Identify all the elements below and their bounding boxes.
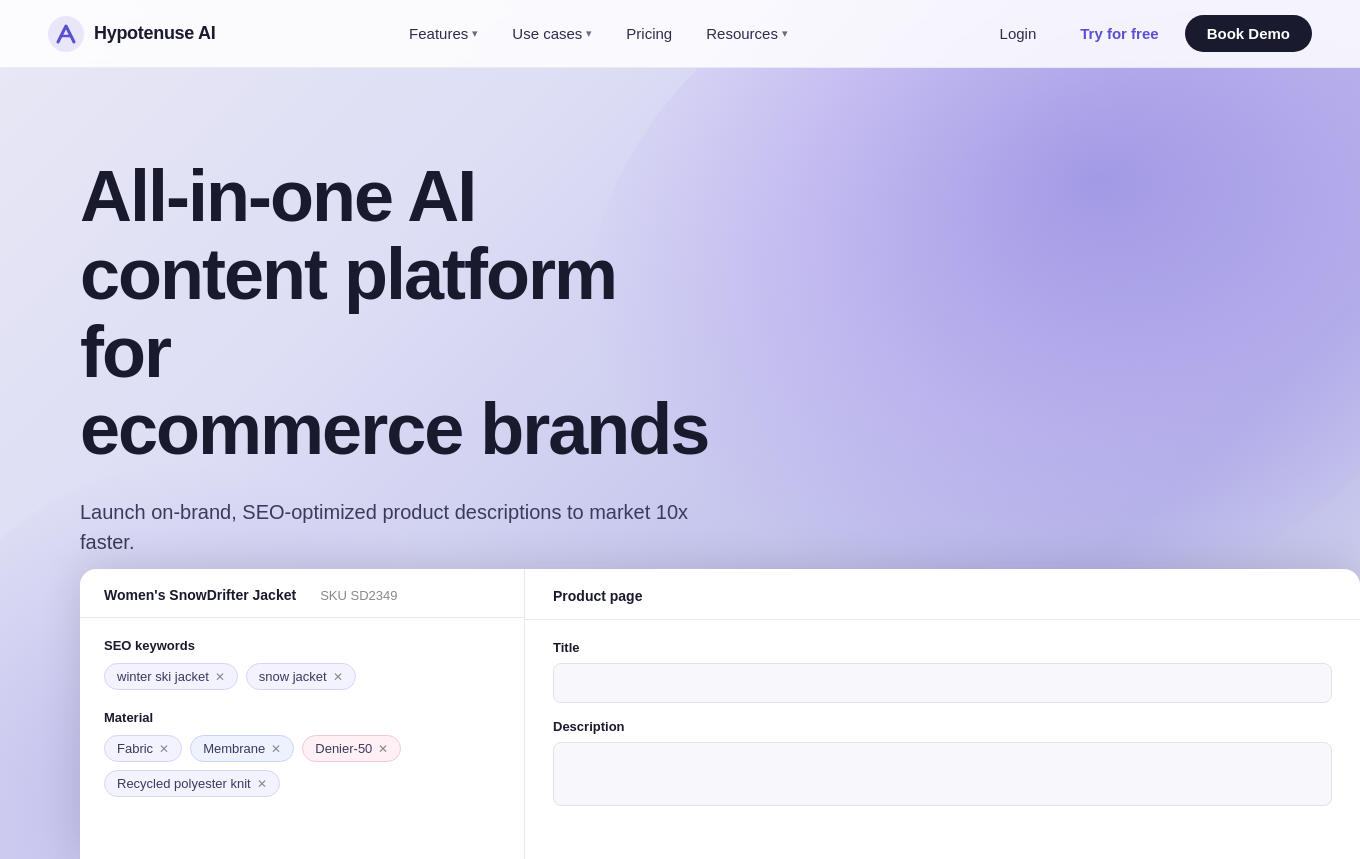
card-left-header: Women's SnowDrifter Jacket SKU SD2349	[80, 569, 524, 618]
card-right-panel: Product page Title Description	[525, 569, 1360, 859]
logo-icon	[48, 16, 84, 52]
remove-snow-tag-icon[interactable]: ✕	[333, 671, 343, 683]
seo-keywords-label: SEO keywords	[104, 638, 500, 653]
seo-keywords-section: SEO keywords winter ski jacket ✕ snow ja…	[104, 638, 500, 690]
svg-point-0	[48, 16, 84, 52]
card-left-panel: Women's SnowDrifter Jacket SKU SD2349 SE…	[80, 569, 525, 859]
title-field-group: Title	[553, 640, 1332, 703]
description-input[interactable]	[553, 742, 1332, 806]
try-for-free-button[interactable]: Try for free	[1062, 17, 1176, 50]
nav-features[interactable]: Features ▾	[395, 17, 492, 50]
material-section: Material Fabric ✕ Membrane ✕ Denier-50 ✕	[104, 710, 500, 797]
product-name: Women's SnowDrifter Jacket	[104, 587, 296, 603]
material-tags-row: Fabric ✕ Membrane ✕ Denier-50 ✕ Recycl	[104, 735, 500, 797]
nav-links: Features ▾ Use cases ▾ Pricing Resources…	[395, 17, 802, 50]
seo-tags-row: winter ski jacket ✕ snow jacket ✕	[104, 663, 500, 690]
brand-name: Hypotenuse AI	[94, 23, 215, 44]
nav-pricing[interactable]: Pricing	[612, 17, 686, 50]
material-tag-denier: Denier-50 ✕	[302, 735, 401, 762]
description-field-label: Description	[553, 719, 1332, 734]
seo-tag-snow: snow jacket ✕	[246, 663, 356, 690]
description-field-group: Description	[553, 719, 1332, 806]
product-page-title: Product page	[553, 588, 642, 604]
book-demo-button[interactable]: Book Demo	[1185, 15, 1312, 52]
login-button[interactable]: Login	[982, 17, 1055, 50]
sku-label: SKU SD2349	[320, 588, 397, 603]
title-field-label: Title	[553, 640, 1332, 655]
navbar: Hypotenuse AI Features ▾ Use cases ▾ Pri…	[0, 0, 1360, 68]
remove-denier-icon[interactable]: ✕	[378, 743, 388, 755]
use-cases-chevron-icon: ▾	[586, 27, 592, 40]
card-left-body: SEO keywords winter ski jacket ✕ snow ja…	[80, 618, 524, 817]
resources-chevron-icon: ▾	[782, 27, 788, 40]
hero-title: All-in-one AI content platform for ecomm…	[80, 158, 720, 469]
material-tag-recycled: Recycled polyester knit ✕	[104, 770, 280, 797]
features-chevron-icon: ▾	[472, 27, 478, 40]
page: Hypotenuse AI Features ▾ Use cases ▾ Pri…	[0, 0, 1360, 859]
nav-actions: Login Try for free Book Demo	[982, 15, 1312, 52]
nav-resources[interactable]: Resources ▾	[692, 17, 802, 50]
seo-tag-winter: winter ski jacket ✕	[104, 663, 238, 690]
material-tag-membrane: Membrane ✕	[190, 735, 294, 762]
product-card: Women's SnowDrifter Jacket SKU SD2349 SE…	[80, 569, 1360, 859]
material-tag-fabric: Fabric ✕	[104, 735, 182, 762]
nav-use-cases[interactable]: Use cases ▾	[498, 17, 606, 50]
remove-winter-tag-icon[interactable]: ✕	[215, 671, 225, 683]
hero-subtitle: Launch on-brand, SEO-optimized product d…	[80, 497, 700, 557]
title-input[interactable]	[553, 663, 1332, 703]
card-right-header: Product page	[525, 569, 1360, 620]
remove-recycled-icon[interactable]: ✕	[257, 778, 267, 790]
logo-link[interactable]: Hypotenuse AI	[48, 16, 215, 52]
material-label: Material	[104, 710, 500, 725]
remove-fabric-icon[interactable]: ✕	[159, 743, 169, 755]
remove-membrane-icon[interactable]: ✕	[271, 743, 281, 755]
card-right-body: Title Description	[525, 620, 1360, 826]
